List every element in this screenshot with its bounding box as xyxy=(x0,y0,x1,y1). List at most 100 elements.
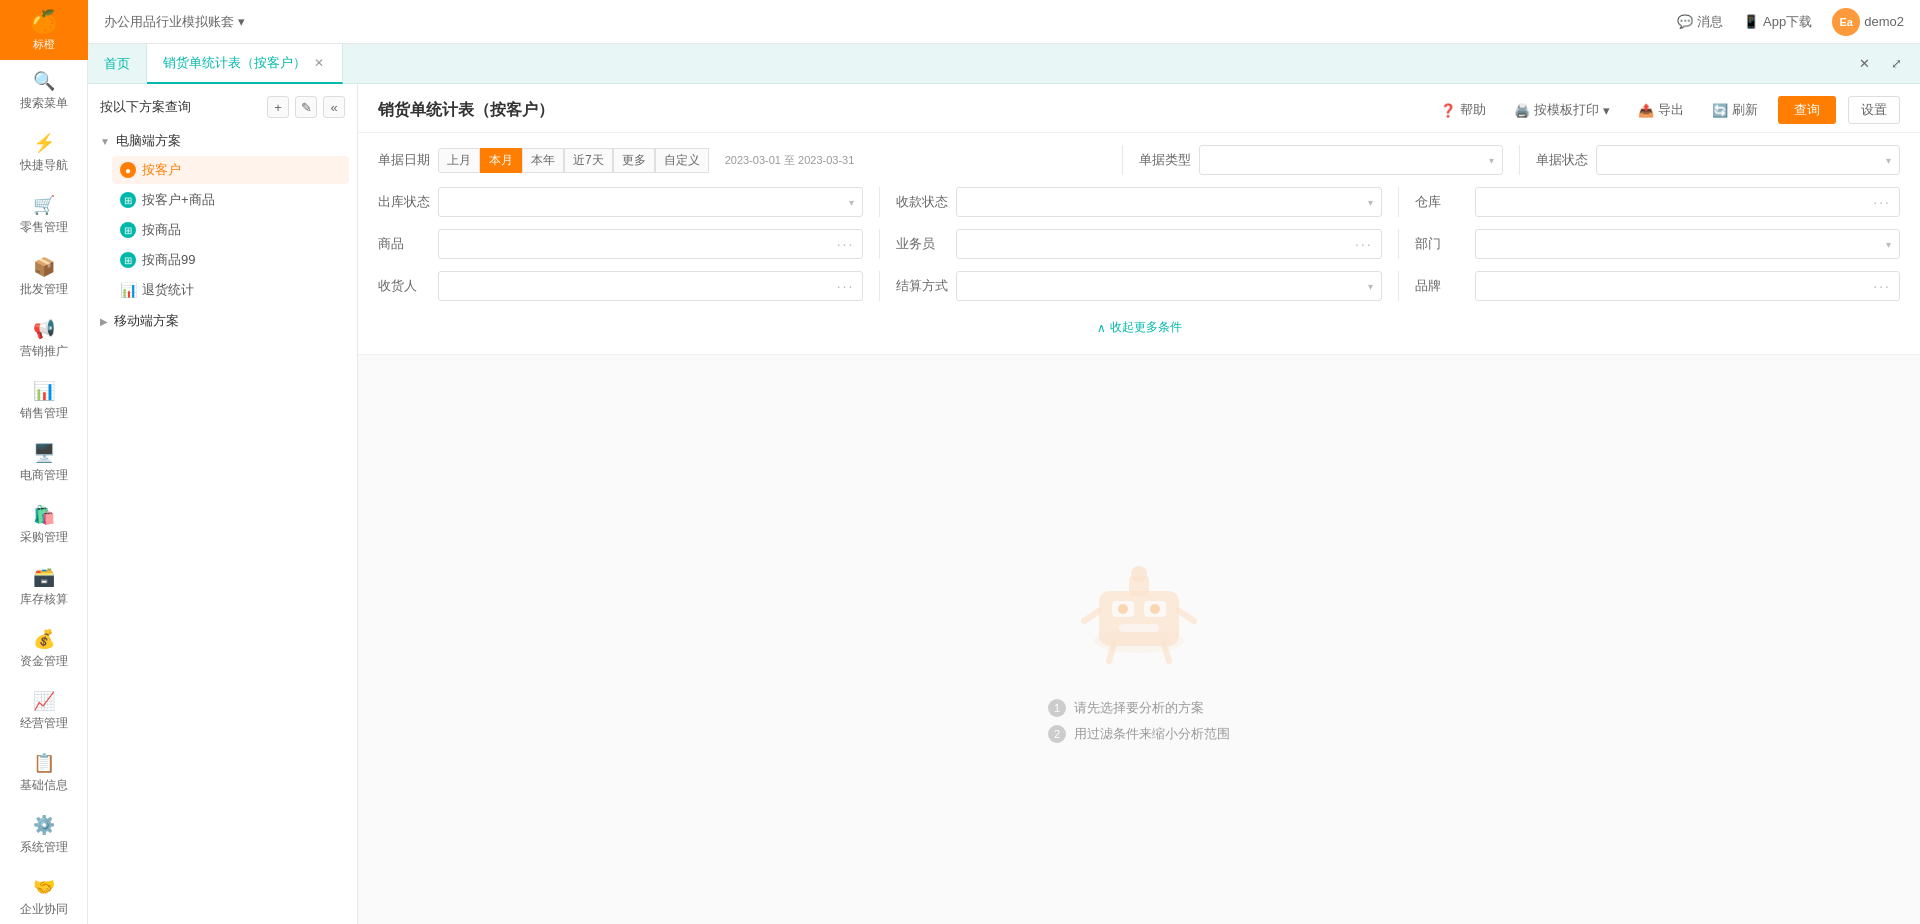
message-label: 消息 xyxy=(1697,13,1723,31)
industry-label: 办公用品行业模拟账套 xyxy=(104,13,234,31)
scheme-add-btn[interactable]: + xyxy=(267,96,289,118)
filter-pay-status: 收款状态 ▾ xyxy=(896,187,1381,217)
page-title: 销货单统计表（按客户） xyxy=(378,100,554,121)
tab-restore-btn[interactable]: ⤢ xyxy=(1884,52,1908,76)
scheme-edit-btn[interactable]: ✎ xyxy=(295,96,317,118)
salesperson-select[interactable]: ··· xyxy=(956,229,1381,259)
sidebar-item-inventory[interactable]: 🗃️库存核算 xyxy=(0,556,87,618)
date-btn-this-year[interactable]: 本年 xyxy=(522,148,564,173)
filter-row-4: 收货人 ··· 结算方式 ▾ xyxy=(378,271,1900,301)
group-desktop-label: 电脑端方案 xyxy=(116,132,181,150)
filter-doc-type: 单据类型 ▾ xyxy=(1139,145,1503,175)
scheme-item-icon: ⊞ xyxy=(120,222,136,238)
svg-rect-1 xyxy=(1099,591,1179,646)
dept-select[interactable]: ▾ xyxy=(1475,229,1900,259)
filter-doc-status: 单据状态 ▾ xyxy=(1536,145,1900,175)
doc-type-select[interactable]: ▾ xyxy=(1199,145,1503,175)
export-btn[interactable]: 📤 导出 xyxy=(1630,97,1692,123)
tip-num-2: 2 xyxy=(1048,725,1066,743)
sidebar-item-retail[interactable]: 🛒 零售管理 xyxy=(0,184,87,246)
filter-row-1: 单据日期 上月 本月 本年 近7天 更多 自定义 2023-03-01 至 20… xyxy=(378,145,1900,175)
settings-btn[interactable]: 设置 xyxy=(1848,96,1900,124)
sidebar-item-operations[interactable]: 📈经营管理 xyxy=(0,680,87,742)
filter-settlement: 结算方式 ▾ xyxy=(896,271,1381,301)
date-btn-more[interactable]: 更多 xyxy=(613,148,655,173)
sidebar-item-purchase[interactable]: 🛍️采购管理 xyxy=(0,494,87,556)
filter-dept: 部门 ▾ xyxy=(1415,229,1900,259)
sidebar-item-system[interactable]: ⚙️系统管理 xyxy=(0,804,87,866)
filter-goods: 商品 ··· xyxy=(378,229,863,259)
sidebar-item-quick-nav[interactable]: ⚡快捷导航 xyxy=(0,122,87,184)
sidebar-item-label: 库存核算 xyxy=(20,591,68,608)
sidebar-item-finance[interactable]: 💰资金管理 xyxy=(0,618,87,680)
scheme-panel-title: 按以下方案查询 xyxy=(100,98,191,116)
recipient-select[interactable]: ··· xyxy=(438,271,863,301)
tab-close-all-btn[interactable]: ✕ xyxy=(1852,52,1876,76)
filter-brand: 品牌 ··· xyxy=(1415,271,1900,301)
basic-icon: 📋 xyxy=(33,752,55,774)
scheme-item-by-goods[interactable]: ⊞ 按商品 xyxy=(112,216,349,244)
filter-salesperson: 业务员 ··· xyxy=(896,229,1381,259)
date-btn-custom[interactable]: 自定义 xyxy=(655,148,709,173)
scheme-item-return-stats[interactable]: 📊 退货统计 xyxy=(112,276,349,304)
svg-point-8 xyxy=(1131,566,1147,582)
warehouse-select[interactable]: ··· xyxy=(1475,187,1900,217)
date-btn-7days[interactable]: 近7天 xyxy=(564,148,613,173)
scheme-item-by-customer[interactable]: ● 按客户 xyxy=(112,156,349,184)
header-tools: ❓ 帮助 🖨️ 按模板打印 ▾ 📤 导出 🔄 刷新 xyxy=(1432,96,1900,124)
tab-home[interactable]: 首页 xyxy=(88,44,147,84)
scheme-collapse-btn[interactable]: « xyxy=(323,96,345,118)
sidebar-item-label: 零售管理 xyxy=(20,219,68,236)
sidebar-item-label: 企业协同 xyxy=(20,901,68,918)
scheme-item-by-customer-goods[interactable]: ⊞ 按客户+商品 xyxy=(112,186,349,214)
doc-status-chevron-icon: ▾ xyxy=(1886,155,1891,166)
doc-status-select[interactable]: ▾ xyxy=(1596,145,1900,175)
query-btn[interactable]: 查询 xyxy=(1778,96,1836,124)
sidebar-item-label: 资金管理 xyxy=(20,653,68,670)
pay-status-select[interactable]: ▾ xyxy=(956,187,1381,217)
filter-row-3: 商品 ··· 业务员 ··· xyxy=(378,229,1900,259)
scheme-item-icon: ⊞ xyxy=(120,192,136,208)
wholesale-icon: 📦 xyxy=(33,256,55,278)
retail-icon: 🛒 xyxy=(33,194,55,216)
sidebar-item-wholesale[interactable]: 📦批发管理 xyxy=(0,246,87,308)
help-btn[interactable]: ❓ 帮助 xyxy=(1432,97,1494,123)
out-status-select[interactable]: ▾ xyxy=(438,187,863,217)
settlement-select[interactable]: ▾ xyxy=(956,271,1381,301)
print-btn[interactable]: 🖨️ 按模板打印 ▾ xyxy=(1506,97,1618,123)
message-btn[interactable]: 💬 消息 xyxy=(1677,13,1723,31)
app-download-btn[interactable]: 📱 App下载 xyxy=(1743,13,1812,31)
sidebar-item-marketing[interactable]: 📢营销推广 xyxy=(0,308,87,370)
scheme-item-by-goods-99[interactable]: ⊞ 按商品99 xyxy=(112,246,349,274)
tab-bar: 首页 销货单统计表（按客户） ✕ ✕ ⤢ xyxy=(88,44,1920,84)
group-arrow-icon: ▼ xyxy=(100,136,110,147)
tab-sales-stats[interactable]: 销货单统计表（按客户） ✕ xyxy=(147,44,343,84)
sidebar-item-cooperation[interactable]: 🤝企业协同 xyxy=(0,866,87,924)
collapse-filter-btn[interactable]: ∧ 收起更多条件 xyxy=(378,313,1900,342)
date-filter-buttons: 上月 本月 本年 近7天 更多 自定义 xyxy=(438,148,709,173)
scheme-group-desktop-header[interactable]: ▼ 电脑端方案 xyxy=(96,126,349,156)
user-menu[interactable]: Ea demo2 xyxy=(1832,8,1904,36)
scheme-group-mobile-header[interactable]: ▶ 移动端方案 xyxy=(96,306,349,336)
date-btn-this-month[interactable]: 本月 xyxy=(480,148,522,173)
print-dropdown-icon: ▾ xyxy=(1603,103,1610,118)
system-icon: ⚙️ xyxy=(33,814,55,836)
export-label: 导出 xyxy=(1658,101,1684,119)
goods-select[interactable]: ··· xyxy=(438,229,863,259)
sidebar-item-ecommerce[interactable]: 🖥️电商管理 xyxy=(0,432,87,494)
search-icon: 🔍 xyxy=(33,70,55,92)
app-download-label: App下载 xyxy=(1763,13,1812,31)
sidebar-item-sales[interactable]: 📊销售管理 xyxy=(0,370,87,432)
warehouse-label: 仓库 xyxy=(1415,193,1467,211)
sidebar-item-search[interactable]: 🔍搜索菜单 xyxy=(0,60,87,122)
export-icon: 📤 xyxy=(1638,103,1654,118)
refresh-btn[interactable]: 🔄 刷新 xyxy=(1704,97,1766,123)
operations-icon: 📈 xyxy=(33,690,55,712)
industry-selector[interactable]: 办公用品行业模拟账套 ▾ xyxy=(104,13,245,31)
tab-close-btn[interactable]: ✕ xyxy=(312,54,326,72)
logo[interactable]: 🍊 标橙 xyxy=(0,0,88,60)
brand-select[interactable]: ··· xyxy=(1475,271,1900,301)
tab-bar-actions: ✕ ⤢ xyxy=(1840,52,1920,76)
sidebar-item-basic[interactable]: 📋基础信息 xyxy=(0,742,87,804)
date-btn-last-month[interactable]: 上月 xyxy=(438,148,480,173)
